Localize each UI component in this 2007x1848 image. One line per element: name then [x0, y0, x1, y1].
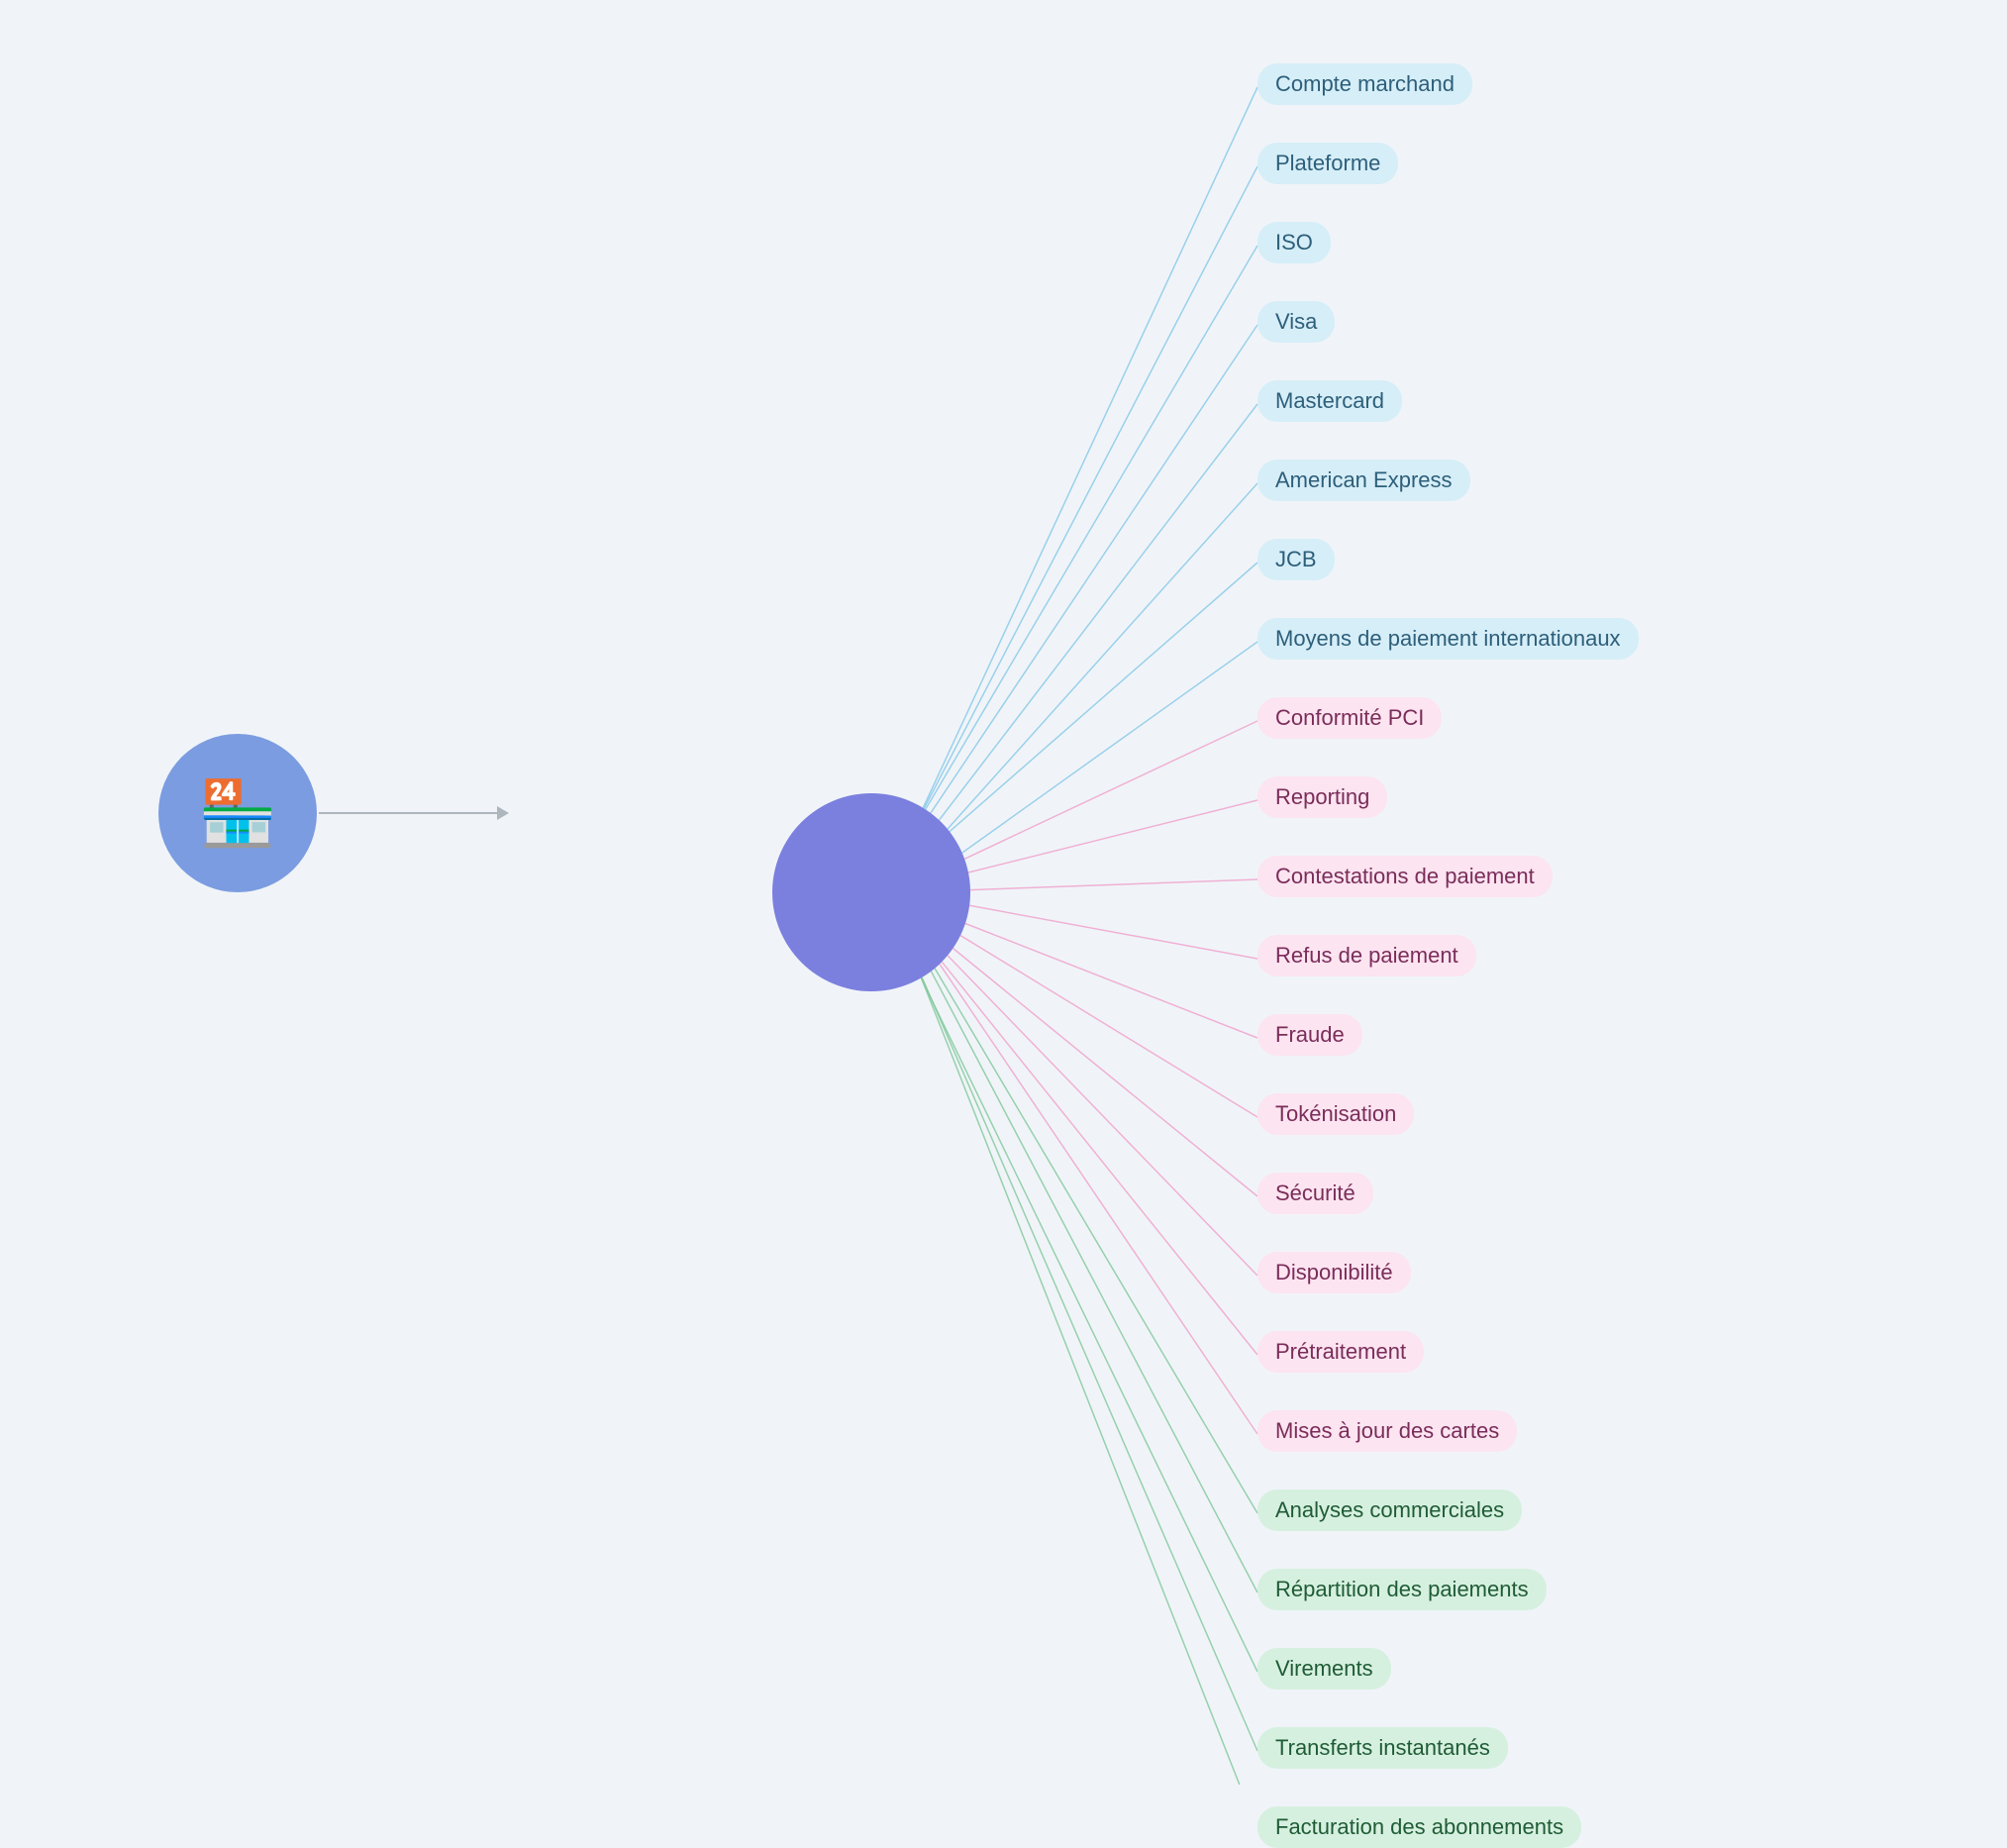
tag-n13: Fraude	[1257, 1014, 1362, 1056]
tag-n19: Analyses commerciales	[1257, 1489, 1522, 1531]
tag-n18: Mises à jour des cartes	[1257, 1410, 1517, 1452]
tag-n2: Plateforme	[1257, 143, 1398, 184]
tag-n8: Moyens de paiement internationaux	[1257, 618, 1639, 660]
tag-n21: Virements	[1257, 1648, 1391, 1690]
tag-n11: Contestations de paiement	[1257, 856, 1553, 897]
facilitator-node	[772, 793, 970, 991]
tag-n10: Reporting	[1257, 776, 1387, 818]
tag-n20: Répartition des paiements	[1257, 1569, 1547, 1610]
tag-n5: Mastercard	[1257, 380, 1402, 422]
tag-n9: Conformité PCI	[1257, 697, 1442, 739]
arrow	[319, 806, 509, 820]
tag-n6: American Express	[1257, 460, 1470, 501]
store-node: 🏪	[158, 734, 317, 892]
tag-n15: Sécurité	[1257, 1173, 1373, 1214]
store-icon: 🏪	[198, 776, 277, 851]
tag-n1: Compte marchand	[1257, 63, 1472, 105]
tag-n12: Refus de paiement	[1257, 935, 1476, 976]
tag-n3: ISO	[1257, 222, 1331, 263]
tag-n17: Prétraitement	[1257, 1331, 1424, 1373]
arrow-head	[497, 806, 509, 820]
tag-n23: Facturation des abonnements	[1257, 1806, 1581, 1848]
tag-n22: Transferts instantanés	[1257, 1727, 1508, 1769]
tag-n16: Disponibilité	[1257, 1252, 1411, 1293]
connection-lines	[0, 0, 2007, 1785]
diagram-container: 🏪 Compte marchand Plateforme ISO Visa Master…	[0, 0, 2007, 1785]
tag-n4: Visa	[1257, 301, 1335, 343]
arrow-line	[319, 812, 497, 814]
tag-n7: JCB	[1257, 539, 1335, 580]
tag-n14: Tokénisation	[1257, 1093, 1414, 1135]
